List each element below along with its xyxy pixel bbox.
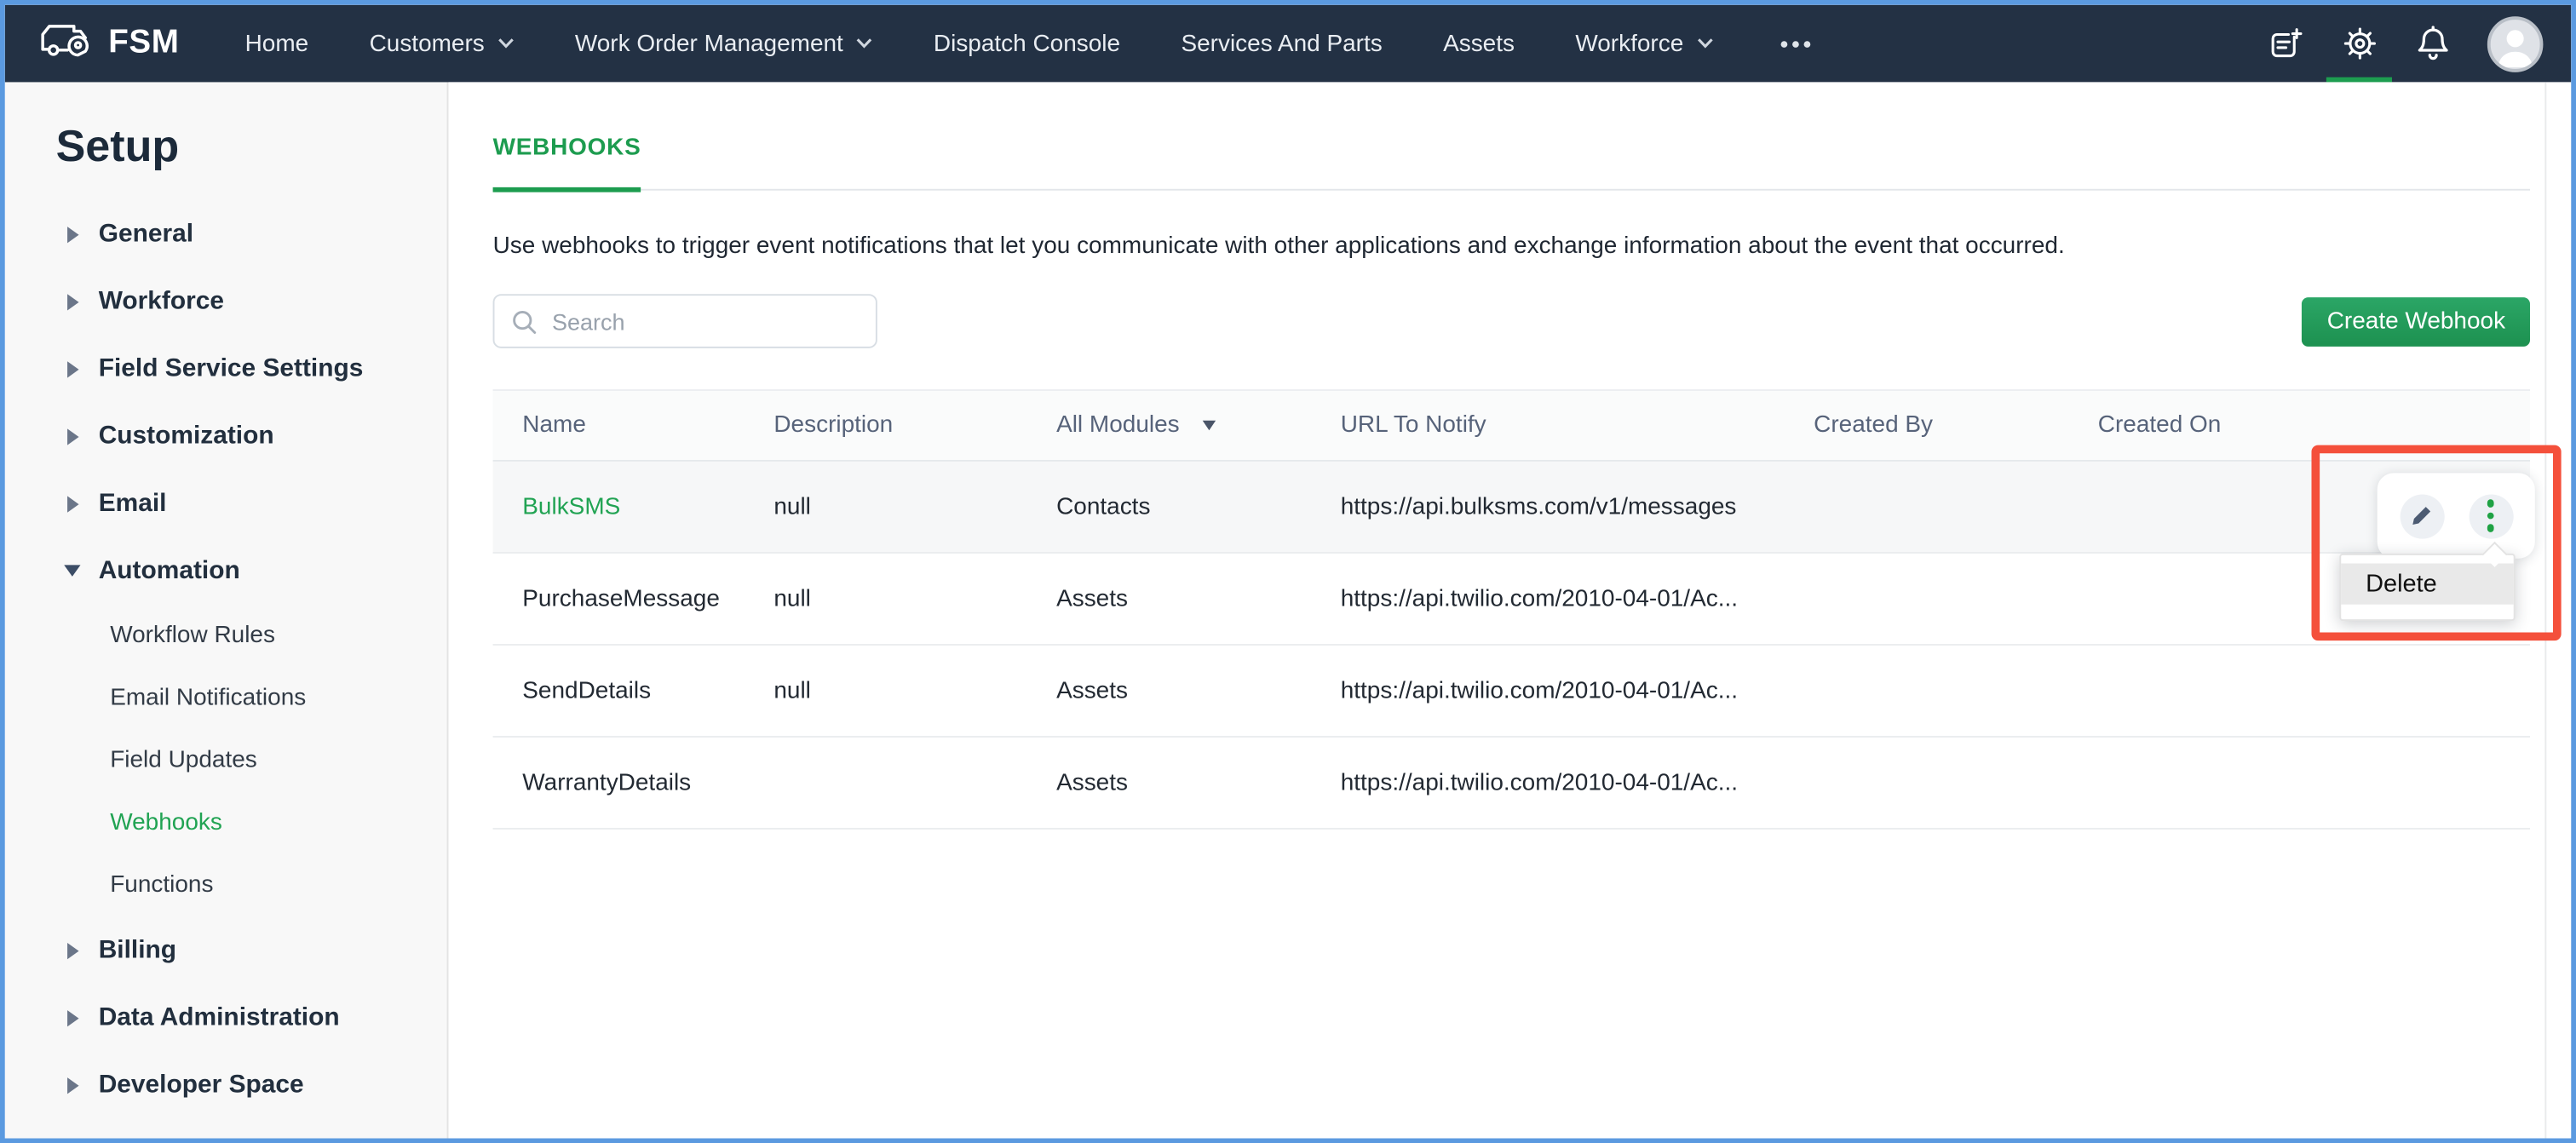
search-input[interactable]: [551, 307, 860, 335]
content-right-divider: [2544, 82, 2547, 1139]
nav-item-dispatch-console[interactable]: Dispatch Console: [934, 31, 1120, 57]
table-row[interactable]: PurchaseMessage null Assets https://api.…: [492, 554, 2530, 646]
fsm-van-logo-icon: [37, 18, 94, 69]
webhooks-table: Name Description All Modules URL To Noti…: [492, 389, 2530, 830]
toolbar: Create Webhook: [492, 294, 2530, 348]
cell-description: null: [773, 677, 811, 704]
bell-icon[interactable]: [2413, 24, 2452, 63]
chevron-down-icon: [1697, 38, 1713, 49]
sidebar-item-email[interactable]: Email: [5, 470, 447, 537]
collapsed-arrow-icon: [67, 1009, 79, 1026]
top-navbar: FSM Home Customers Work Order Management…: [4, 4, 2572, 83]
webhook-name-link[interactable]: WarrantyDetails: [493, 770, 774, 796]
dropdown-caret-icon: [1202, 421, 1216, 431]
table-row[interactable]: SendDetails null Assets https://api.twil…: [492, 646, 2530, 738]
nav-items: Home Customers Work Order Management Dis…: [245, 31, 1810, 57]
row-actions-popup: [2377, 473, 2535, 559]
search-box[interactable]: [492, 294, 877, 348]
new-record-icon[interactable]: [2265, 24, 2304, 63]
sidebar-item-webhooks[interactable]: Webhooks: [5, 792, 447, 854]
setup-tree: General Workforce Field Service Settings…: [5, 200, 447, 1118]
setup-sidebar: Setup General Workforce Field Service Se…: [4, 82, 449, 1139]
cell-module: Assets: [1056, 585, 1128, 612]
sidebar-item-developer-space[interactable]: Developer Space: [5, 1051, 447, 1118]
column-header-description: Description: [773, 412, 894, 439]
table-row[interactable]: BulkSMS null Contacts https://api.bulksm…: [492, 461, 2530, 554]
table-row[interactable]: WarrantyDetails Assets https://api.twili…: [492, 738, 2530, 830]
user-avatar[interactable]: [2487, 15, 2544, 72]
tab-webhooks[interactable]: WEBHOOKS: [492, 135, 641, 192]
sidebar-item-billing[interactable]: Billing: [5, 916, 447, 984]
sidebar-item-field-updates[interactable]: Field Updates: [5, 729, 447, 791]
nav-item-services-and-parts[interactable]: Services And Parts: [1181, 31, 1382, 57]
column-header-name: Name: [522, 412, 586, 439]
collapsed-arrow-icon: [67, 226, 79, 243]
cell-module: Contacts: [1056, 493, 1151, 520]
chevron-down-icon: [857, 38, 872, 49]
sidebar-item-functions[interactable]: Functions: [5, 854, 447, 916]
nav-item-assets[interactable]: Assets: [1443, 31, 1515, 57]
main-content: WEBHOOKS Use webhooks to trigger event n…: [448, 82, 2572, 1139]
cell-module: Assets: [1056, 769, 1128, 796]
webhook-name-link[interactable]: BulkSMS: [493, 494, 774, 520]
webhook-name-link[interactable]: SendDetails: [493, 678, 774, 704]
navbar-right-icons: [2265, 15, 2571, 83]
sidebar-item-workflow-rules[interactable]: Workflow Rules: [5, 605, 447, 667]
search-icon: [513, 310, 537, 334]
more-actions-button[interactable]: [2468, 493, 2513, 538]
collapsed-arrow-icon: [67, 495, 79, 512]
menu-item-delete[interactable]: Delete: [2341, 563, 2514, 605]
automation-children: Workflow Rules Email Notifications Field…: [5, 605, 447, 916]
sidebar-item-field-service-settings[interactable]: Field Service Settings: [5, 335, 447, 402]
cell-url: https://api.bulksms.com/v1/messages: [1340, 493, 1737, 520]
vertical-dots-icon: [2487, 499, 2495, 532]
collapsed-arrow-icon: [67, 1077, 79, 1094]
cell-description: null: [773, 493, 811, 520]
tab-bar: WEBHOOKS: [492, 133, 2530, 192]
collapsed-arrow-icon: [67, 942, 79, 959]
sidebar-item-workforce[interactable]: Workforce: [5, 267, 447, 335]
row-actions-menu: Delete: [2339, 541, 2516, 621]
column-header-created-by: Created By: [1814, 412, 1934, 439]
cell-url: https://api.twilio.com/2010-04-01/Ac...: [1340, 677, 1739, 704]
sidebar-item-data-administration[interactable]: Data Administration: [5, 984, 447, 1051]
nav-item-work-order-management[interactable]: Work Order Management: [575, 31, 873, 57]
column-header-created-on: Created On: [2097, 412, 2222, 439]
sidebar-item-automation[interactable]: Automation: [5, 537, 447, 605]
nav-item-customers[interactable]: Customers: [370, 31, 515, 57]
table-header-row: Name Description All Modules URL To Noti…: [492, 389, 2530, 462]
sidebar-item-customization[interactable]: Customization: [5, 402, 447, 469]
sidebar-title: Setup: [55, 121, 180, 171]
edit-button[interactable]: [2399, 493, 2444, 538]
brand[interactable]: FSM: [37, 18, 179, 69]
expanded-arrow-icon: [64, 565, 81, 577]
pencil-icon: [2412, 507, 2431, 525]
nav-item-workforce[interactable]: Workforce: [1575, 31, 1713, 57]
chevron-down-icon: [498, 38, 514, 49]
sidebar-item-general[interactable]: General: [5, 200, 447, 267]
collapsed-arrow-icon: [67, 293, 79, 310]
cell-module: Assets: [1056, 677, 1128, 704]
app-window: FSM Home Customers Work Order Management…: [0, 0, 2576, 1143]
nav-item-home[interactable]: Home: [245, 31, 309, 57]
cell-description: null: [773, 585, 811, 612]
collapsed-arrow-icon: [67, 360, 79, 377]
sidebar-item-email-notifications[interactable]: Email Notifications: [5, 667, 447, 729]
more-menu-ellipsis-icon[interactable]: [1780, 40, 1810, 47]
column-header-url: URL To Notify: [1340, 412, 1486, 439]
brand-name: FSM: [108, 24, 180, 61]
cell-url: https://api.twilio.com/2010-04-01/Ac...: [1340, 585, 1739, 612]
cell-url: https://api.twilio.com/2010-04-01/Ac...: [1340, 769, 1739, 796]
webhook-name-link[interactable]: PurchaseMessage: [493, 586, 774, 612]
modules-filter-dropdown[interactable]: All Modules: [1056, 412, 1341, 439]
collapsed-arrow-icon: [67, 428, 79, 445]
webhooks-description: Use webhooks to trigger event notificati…: [492, 233, 2065, 260]
gear-icon[interactable]: [2326, 24, 2392, 83]
create-webhook-button[interactable]: Create Webhook: [2302, 296, 2530, 346]
